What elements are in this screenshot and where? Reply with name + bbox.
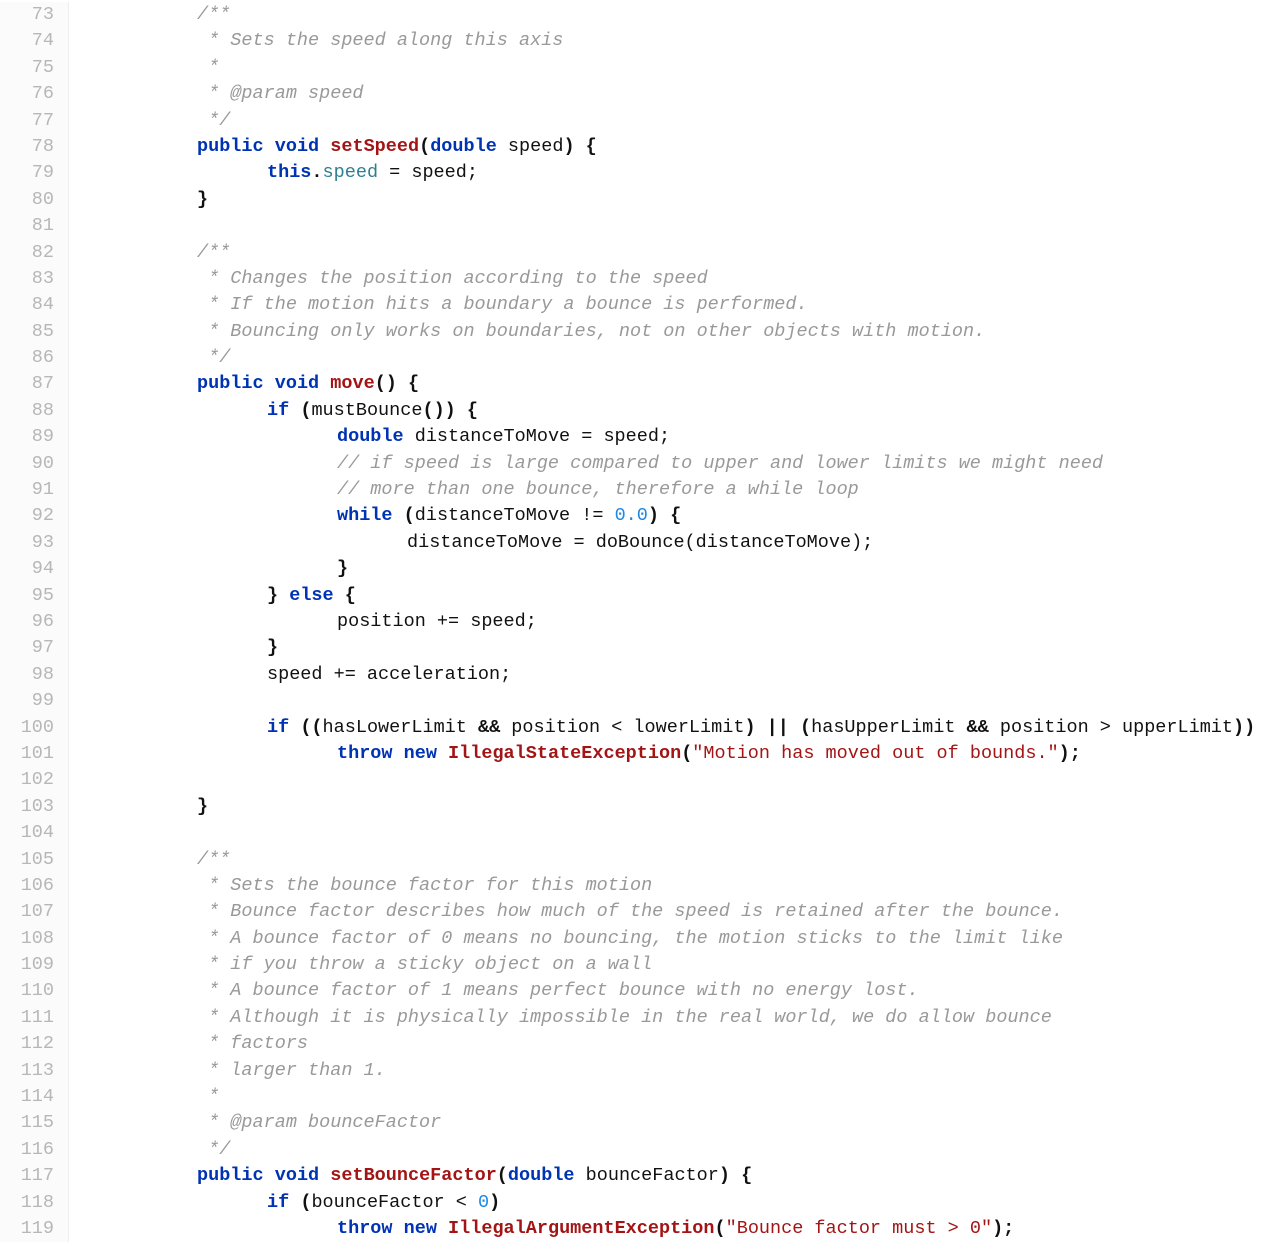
code-line: // more than one bounce, therefore a whi… [127, 477, 1255, 503]
line-number: 79 [0, 160, 54, 186]
line-number: 81 [0, 213, 54, 239]
line-number: 101 [0, 741, 54, 767]
code-line: * A bounce factor of 0 means no bouncing… [127, 926, 1255, 952]
line-number: 88 [0, 398, 54, 424]
code-line [127, 688, 1255, 714]
code-line: if (mustBounce()) { [127, 398, 1255, 424]
line-number: 117 [0, 1163, 54, 1189]
line-number: 73 [0, 2, 54, 28]
code-line [127, 820, 1255, 846]
line-number: 108 [0, 926, 54, 952]
code-line: public void move() { [127, 371, 1255, 397]
code-line: * A bounce factor of 1 means perfect bou… [127, 978, 1255, 1004]
line-number: 114 [0, 1084, 54, 1110]
code-line: * @param speed [127, 81, 1255, 107]
line-number: 102 [0, 767, 54, 793]
code-line: } else { [127, 583, 1255, 609]
line-number: 77 [0, 108, 54, 134]
line-number: 95 [0, 583, 54, 609]
code-line: distanceToMove = doBounce(distanceToMove… [127, 530, 1255, 556]
line-number: 118 [0, 1190, 54, 1216]
code-line: /** [127, 847, 1255, 873]
code-line: * [127, 55, 1255, 81]
code-line: } [127, 187, 1255, 213]
line-number: 116 [0, 1137, 54, 1163]
line-number: 80 [0, 187, 54, 213]
code-editor: 7374757677787980818283848586878889909192… [0, 0, 1280, 1252]
code-line: * Bounce factor describes how much of th… [127, 899, 1255, 925]
code-line: public void setBounceFactor(double bounc… [127, 1163, 1255, 1189]
line-number: 109 [0, 952, 54, 978]
code-line: * Bouncing only works on boundaries, not… [127, 319, 1255, 345]
code-line: speed += acceleration; [127, 662, 1255, 688]
code-line: */ [127, 108, 1255, 134]
line-number: 93 [0, 530, 54, 556]
line-number: 99 [0, 688, 54, 714]
code-line: */ [127, 1137, 1255, 1163]
line-number: 96 [0, 609, 54, 635]
line-number: 107 [0, 899, 54, 925]
line-number: 82 [0, 240, 54, 266]
code-line: } [127, 794, 1255, 820]
code-line: /** [127, 240, 1255, 266]
line-number: 90 [0, 451, 54, 477]
code-line: */ [127, 345, 1255, 371]
line-number: 105 [0, 847, 54, 873]
line-number: 91 [0, 477, 54, 503]
code-line: * If the motion hits a boundary a bounce… [127, 292, 1255, 318]
line-number: 92 [0, 503, 54, 529]
line-number-gutter: 7374757677787980818283848586878889909192… [0, 2, 69, 1242]
line-number: 87 [0, 371, 54, 397]
code-line: * Sets the speed along this axis [127, 28, 1255, 54]
code-line: } [127, 635, 1255, 661]
line-number: 100 [0, 715, 54, 741]
line-number: 110 [0, 978, 54, 1004]
line-number: 84 [0, 292, 54, 318]
code-line: * [127, 1084, 1255, 1110]
code-line: while (distanceToMove != 0.0) { [127, 503, 1255, 529]
line-number: 78 [0, 134, 54, 160]
line-number: 74 [0, 28, 54, 54]
code-line: * factors [127, 1031, 1255, 1057]
line-number: 119 [0, 1216, 54, 1242]
code-line: throw new IllegalStateException("Motion … [127, 741, 1255, 767]
code-line: double distanceToMove = speed; [127, 424, 1255, 450]
code-line: this.speed = speed; [127, 160, 1255, 186]
code-line: * if you throw a sticky object on a wall [127, 952, 1255, 978]
line-number: 83 [0, 266, 54, 292]
line-number: 97 [0, 635, 54, 661]
code-area[interactable]: /** * Sets the speed along this axis * *… [69, 2, 1255, 1242]
code-line [127, 767, 1255, 793]
code-line: public void setSpeed(double speed) { [127, 134, 1255, 160]
code-line: if ((hasLowerLimit && position < lowerLi… [127, 715, 1255, 741]
code-line: * @param bounceFactor [127, 1110, 1255, 1136]
line-number: 98 [0, 662, 54, 688]
line-number: 106 [0, 873, 54, 899]
code-line: /** [127, 2, 1255, 28]
line-number: 115 [0, 1110, 54, 1136]
line-number: 112 [0, 1031, 54, 1057]
line-number: 89 [0, 424, 54, 450]
code-line: * Although it is physically impossible i… [127, 1005, 1255, 1031]
line-number: 85 [0, 319, 54, 345]
line-number: 76 [0, 81, 54, 107]
line-number: 75 [0, 55, 54, 81]
line-number: 86 [0, 345, 54, 371]
code-line: if (bounceFactor < 0) [127, 1190, 1255, 1216]
code-line: throw new IllegalArgumentException("Boun… [127, 1216, 1255, 1242]
code-line: * Sets the bounce factor for this motion [127, 873, 1255, 899]
line-number: 113 [0, 1058, 54, 1084]
line-number: 103 [0, 794, 54, 820]
line-number: 94 [0, 556, 54, 582]
code-line: * larger than 1. [127, 1058, 1255, 1084]
code-line: * Changes the position according to the … [127, 266, 1255, 292]
code-line [127, 213, 1255, 239]
line-number: 111 [0, 1005, 54, 1031]
code-line: position += speed; [127, 609, 1255, 635]
code-line: } [127, 556, 1255, 582]
code-line: // if speed is large compared to upper a… [127, 451, 1255, 477]
line-number: 104 [0, 820, 54, 846]
